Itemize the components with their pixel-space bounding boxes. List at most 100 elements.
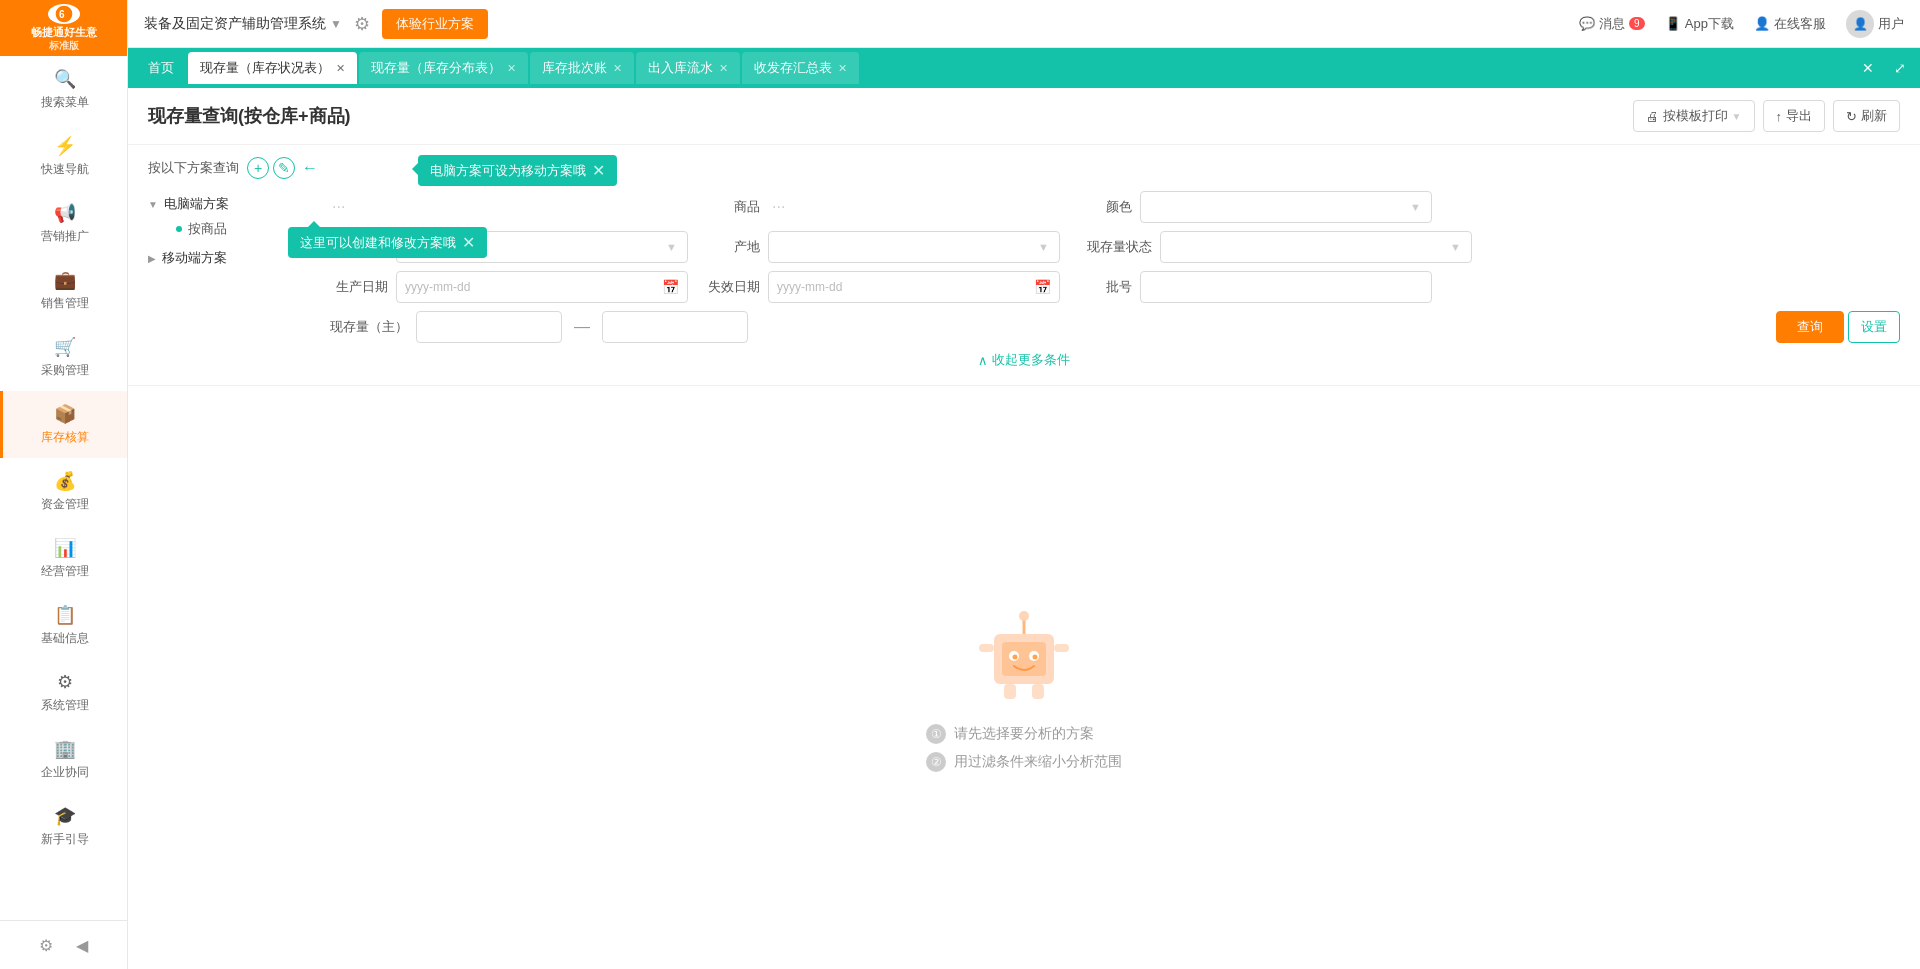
online-support-btn[interactable]: 👤 在线客服 bbox=[1754, 15, 1826, 33]
filter-dots-1[interactable]: ··· bbox=[328, 198, 349, 216]
sidebar-item-quick-nav[interactable]: ⚡ 快速导航 bbox=[0, 123, 127, 190]
sidebar-item-system[interactable]: ⚙ 系统管理 bbox=[0, 659, 127, 726]
collapse-bar[interactable]: ∧ 收起更多条件 bbox=[148, 343, 1900, 373]
tab-receive-send-label: 收发存汇总表 bbox=[754, 59, 832, 77]
batch-input[interactable] bbox=[1140, 271, 1432, 303]
inventory-icon: 📦 bbox=[54, 403, 76, 425]
tab-inventory-dist[interactable]: 现存量（库存分布表） ✕ bbox=[359, 52, 528, 84]
tab-bar: 首页 现存量（库存状况表） ✕ 现存量（库存分布表） ✕ 库存批次账 ✕ 出入库… bbox=[128, 48, 1920, 88]
tab-inventory-dist-close[interactable]: ✕ bbox=[507, 62, 516, 75]
stock-status-arrow: ▼ bbox=[1450, 241, 1461, 253]
scheme-panel: ▼ 电脑端方案 按商品 bbox=[148, 191, 308, 343]
svg-text:6: 6 bbox=[59, 10, 65, 21]
scheme-item-by-product[interactable]: 按商品 bbox=[168, 217, 308, 241]
scheme-group-desktop: ▼ 电脑端方案 按商品 bbox=[148, 191, 308, 241]
chevron-right-icon: ▶ bbox=[148, 253, 156, 264]
message-btn[interactable]: 💬 消息 9 bbox=[1579, 15, 1645, 33]
empty-hint-1: ① 请先选择要分析的方案 bbox=[926, 724, 1122, 744]
guide-icon: 🎓 bbox=[54, 805, 76, 827]
tooltip-edit-close[interactable]: ✕ bbox=[462, 233, 475, 252]
tab-receive-send[interactable]: 收发存汇总表 ✕ bbox=[742, 52, 859, 84]
sidebar-item-sales[interactable]: 💼 销售管理 bbox=[0, 257, 127, 324]
sidebar-item-marketing[interactable]: 📢 营销推广 bbox=[0, 190, 127, 257]
expand-icon: ⤢ bbox=[1894, 60, 1906, 76]
color-select[interactable]: ▼ bbox=[1140, 191, 1432, 223]
sidebar-item-search[interactable]: 🔍 搜索菜单 bbox=[0, 56, 127, 123]
range-separator: — bbox=[570, 318, 594, 336]
edit-scheme-btn[interactable]: ✎ bbox=[273, 157, 295, 179]
tab-home-label: 首页 bbox=[148, 59, 174, 77]
tab-inventory-status[interactable]: 现存量（库存状况表） ✕ bbox=[188, 52, 357, 84]
refresh-icon: ↻ bbox=[1846, 109, 1857, 124]
filter-section: 按以下方案查询 + ✎ ← 电脑方案可设为移动 bbox=[128, 145, 1920, 386]
filter-product-dots[interactable]: ··· bbox=[768, 198, 789, 216]
tab-home[interactable]: 首页 bbox=[136, 52, 186, 84]
tab-batch-account[interactable]: 库存批次账 ✕ bbox=[530, 52, 634, 84]
sidebar-item-enterprise[interactable]: 🏢 企业协同 bbox=[0, 726, 127, 793]
tab-receive-send-close[interactable]: ✕ bbox=[838, 62, 847, 75]
tab-inventory-status-close[interactable]: ✕ bbox=[336, 62, 345, 75]
print-btn[interactable]: 🖨 按模板打印 ▼ bbox=[1633, 100, 1755, 132]
sidebar-item-purchase[interactable]: 🛒 采购管理 bbox=[0, 324, 127, 391]
app-download-btn[interactable]: 📱 App下载 bbox=[1665, 15, 1734, 33]
arrow-btn[interactable]: ← bbox=[299, 157, 321, 179]
stock-qty-min-input[interactable] bbox=[416, 311, 562, 343]
tooltip-scheme: 电脑方案可设为移动方案哦 ✕ bbox=[418, 155, 617, 186]
origin-label: 产地 bbox=[700, 238, 760, 256]
filter-fields: ··· 商品 ··· 颜色 ▼ bbox=[328, 191, 1900, 343]
system-name-dropdown[interactable]: 装备及固定资产辅助管理系统 ▼ bbox=[144, 15, 342, 33]
system-icon: ⚙ bbox=[57, 671, 73, 693]
sidebar-item-inventory[interactable]: 📦 库存核算 bbox=[0, 391, 127, 458]
tab-in-out-flow[interactable]: 出入库流水 ✕ bbox=[636, 52, 740, 84]
user-menu-btn[interactable]: 👤 用户 bbox=[1846, 10, 1904, 38]
tab-in-out-flow-close[interactable]: ✕ bbox=[719, 62, 728, 75]
sales-icon: 💼 bbox=[54, 269, 76, 291]
sidebar-settings-icon: ⚙ bbox=[39, 936, 53, 955]
export-btn[interactable]: ↑ 导出 bbox=[1763, 100, 1826, 132]
empty-illustration bbox=[964, 584, 1084, 704]
production-date-input[interactable]: yyyy-mm-dd 📅 bbox=[396, 271, 688, 303]
sidebar-item-marketing-label: 营销推广 bbox=[41, 228, 89, 245]
sidebar-item-basics[interactable]: 📋 基础信息 bbox=[0, 592, 127, 659]
sidebar-item-guide[interactable]: 🎓 新手引导 bbox=[0, 793, 127, 860]
settings-btn[interactable]: 设置 bbox=[1848, 311, 1900, 343]
page-header: 现存量查询(按仓库+商品) 🖨 按模板打印 ▼ ↑ 导出 ↻ 刷新 bbox=[128, 88, 1920, 145]
sidebar-collapse-btn[interactable]: ◀ bbox=[66, 929, 98, 961]
empty-text: ① 请先选择要分析的方案 ② 用过滤条件来缩小分析范围 bbox=[926, 724, 1122, 772]
header-right: 💬 消息 9 📱 App下载 👤 在线客服 👤 用户 bbox=[1579, 10, 1904, 38]
print-label: 按模板打印 bbox=[1663, 107, 1728, 125]
experience-btn[interactable]: 体验行业方案 bbox=[382, 9, 488, 39]
product-label: 商品 bbox=[700, 198, 760, 216]
tab-in-out-flow-label: 出入库流水 bbox=[648, 59, 713, 77]
scheme-group-mobile-header[interactable]: ▶ 移动端方案 bbox=[148, 245, 308, 271]
refresh-btn[interactable]: ↻ 刷新 bbox=[1833, 100, 1900, 132]
scheme-group-desktop-header[interactable]: ▼ 电脑端方案 bbox=[148, 191, 308, 217]
marketing-icon: 📢 bbox=[54, 202, 76, 224]
scheme-item-label: 按商品 bbox=[188, 220, 227, 238]
expiry-date-input[interactable]: yyyy-mm-dd 📅 bbox=[768, 271, 1060, 303]
collapse-icon: ∧ bbox=[978, 353, 988, 368]
query-btn[interactable]: 查询 bbox=[1776, 311, 1844, 343]
expiry-date-label: 失效日期 bbox=[700, 278, 760, 296]
tab-close-all-btn[interactable]: ✕ bbox=[1856, 56, 1880, 80]
sidebar-item-operations[interactable]: 📊 经营管理 bbox=[0, 525, 127, 592]
tab-inventory-dist-label: 现存量（库存分布表） bbox=[371, 59, 501, 77]
tab-batch-account-close[interactable]: ✕ bbox=[613, 62, 622, 75]
origin-select[interactable]: ▼ bbox=[768, 231, 1060, 263]
quick-nav-icon: ⚡ bbox=[54, 135, 76, 157]
svg-rect-12 bbox=[1004, 684, 1016, 699]
tooltip-scheme-close[interactable]: ✕ bbox=[592, 161, 605, 180]
operations-icon: 📊 bbox=[54, 537, 76, 559]
header-settings-icon[interactable]: ⚙ bbox=[354, 13, 370, 35]
tab-expand-btn[interactable]: ⤢ bbox=[1888, 56, 1912, 80]
add-scheme-btn[interactable]: + bbox=[247, 157, 269, 179]
origin-select-arrow: ▼ bbox=[1038, 241, 1049, 253]
query-buttons: 查询 设置 bbox=[1776, 311, 1900, 343]
sidebar-item-finance[interactable]: 💰 资金管理 bbox=[0, 458, 127, 525]
hint1-text: 请先选择要分析的方案 bbox=[954, 725, 1094, 743]
sidebar-settings-btn[interactable]: ⚙ bbox=[30, 929, 62, 961]
scheme-group-mobile: ▶ 移动端方案 bbox=[148, 245, 308, 271]
stock-qty-max-input[interactable] bbox=[602, 311, 748, 343]
stock-status-select[interactable]: ▼ bbox=[1160, 231, 1472, 263]
empty-hint-2: ② 用过滤条件来缩小分析范围 bbox=[926, 752, 1122, 772]
